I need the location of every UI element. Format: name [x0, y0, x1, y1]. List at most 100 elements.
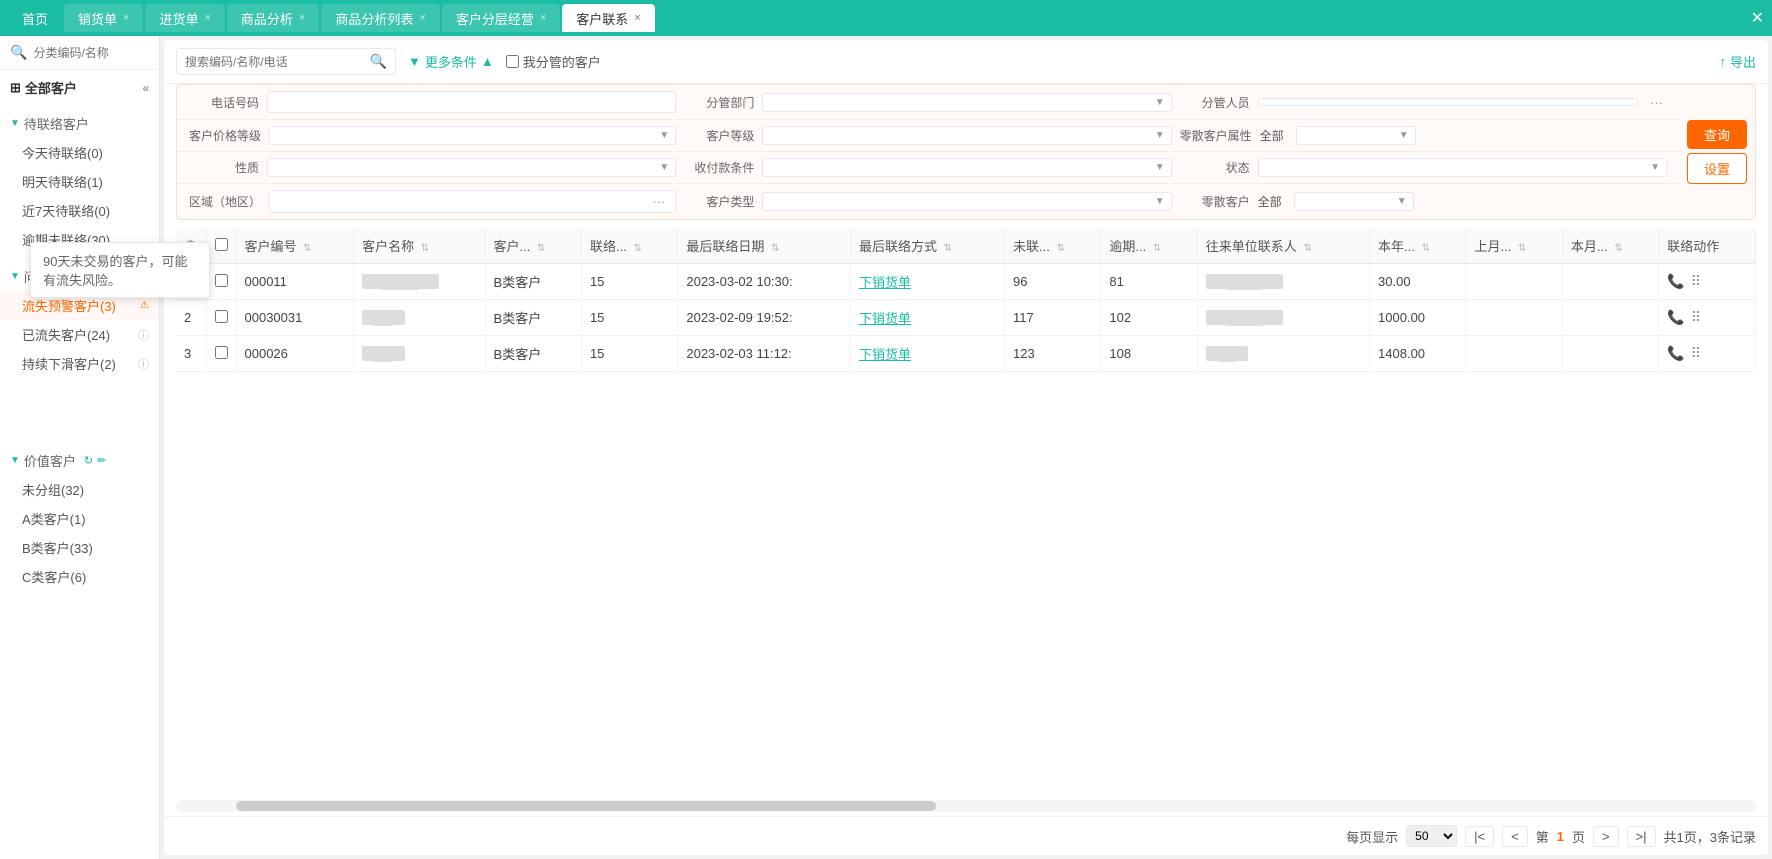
- tab-purchase[interactable]: 进货单 ×: [145, 4, 224, 32]
- arrow-icon-3: ▼: [10, 455, 20, 466]
- group-pending-label: 待联络客户: [24, 114, 89, 133]
- td-seq-3: 3: [176, 336, 206, 372]
- refresh-icon[interactable]: ↻: [84, 454, 93, 467]
- tab-customer-contact[interactable]: 客户联系 ×: [562, 4, 654, 32]
- sidebar-item-tomorrow[interactable]: 明天待联络(1): [0, 167, 159, 196]
- sort-name-icon[interactable]: ⇅: [421, 243, 429, 254]
- settings-button[interactable]: 设置: [1687, 153, 1747, 184]
- prev-page-btn[interactable]: <: [1502, 826, 1528, 847]
- filter-row-3: 性质 ▼ 收付款条件 ▼ 状态: [177, 152, 1679, 184]
- sort-contacts-icon[interactable]: ⇅: [633, 243, 641, 254]
- per-page-select[interactable]: 50 20 100: [1406, 825, 1457, 847]
- sort-code-icon[interactable]: ⇅: [303, 243, 311, 254]
- sort-last-date-icon[interactable]: ⇅: [771, 243, 779, 254]
- row-2-checkbox[interactable]: [215, 310, 228, 323]
- sort-last-method-icon[interactable]: ⇅: [944, 243, 952, 254]
- sort-this-month-icon[interactable]: ⇅: [1614, 243, 1622, 254]
- filter-cell-person: 分管人员 ···: [1180, 94, 1667, 111]
- person-label: 分管人员: [1180, 94, 1250, 111]
- scatter-attr-value: 全部: [1260, 127, 1284, 144]
- region-ellipsis: ···: [648, 194, 669, 209]
- td-contact-person-1: ████: [1197, 264, 1369, 300]
- more-action-icon-2[interactable]: ⠿: [1691, 309, 1701, 326]
- sort-this-year-icon[interactable]: ⇅: [1422, 243, 1430, 254]
- status-select[interactable]: ▼: [1258, 158, 1667, 177]
- search-input[interactable]: [185, 55, 364, 69]
- sidebar-item-today[interactable]: 今天待联络(0): [0, 138, 159, 167]
- sidebar-item-declining[interactable]: 持续下滑客户(2) ⓘ: [0, 349, 159, 378]
- more-action-icon-3[interactable]: ⠿: [1691, 345, 1701, 362]
- phone-input[interactable]: [267, 91, 676, 113]
- contact-icon-2[interactable]: 📞: [1667, 309, 1684, 326]
- td-overdue-3: 108: [1101, 336, 1197, 372]
- edit-icon[interactable]: ✏: [97, 454, 106, 467]
- sort-unliaised-icon[interactable]: ⇅: [1056, 243, 1064, 254]
- tab-customer-contact-close[interactable]: ×: [634, 12, 640, 24]
- row-3-checkbox[interactable]: [215, 346, 228, 359]
- cust-type-select[interactable]: ▼: [762, 192, 1171, 211]
- tab-purchase-close[interactable]: ×: [204, 12, 210, 24]
- first-page-btn[interactable]: |<: [1465, 826, 1494, 847]
- next-page-btn[interactable]: >: [1593, 826, 1619, 847]
- filter-cell-phone: 电话号码: [189, 91, 676, 113]
- sort-overdue-icon[interactable]: ⇅: [1153, 243, 1161, 254]
- td-contact-person-2: ████: [1197, 300, 1369, 336]
- sort-level-icon[interactable]: ⇅: [537, 243, 545, 254]
- sidebar-item-week[interactable]: 近7天待联络(0): [0, 196, 159, 225]
- tab-sales[interactable]: 销货单 ×: [64, 4, 143, 32]
- arrow-icon-2: ▼: [10, 271, 20, 282]
- tab-analysis-list[interactable]: 商品分析列表 ×: [321, 4, 439, 32]
- sidebar-collapse-btn[interactable]: «: [142, 81, 149, 95]
- tab-analysis-list-close[interactable]: ×: [419, 12, 425, 24]
- td-unliaised-3: 123: [1004, 336, 1100, 372]
- tab-customer-mgmt[interactable]: 客户分层经营 ×: [442, 4, 560, 32]
- grid-icon: ⊞: [10, 80, 21, 96]
- horizontal-scrollbar[interactable]: [176, 800, 1756, 812]
- payment-select[interactable]: ▼: [762, 158, 1171, 177]
- scatter-cust-select[interactable]: ▼: [1294, 192, 1414, 211]
- price-level-chevron-icon: ▼: [659, 130, 669, 141]
- td-this-year-2: 1000.00: [1370, 300, 1466, 336]
- sidebar-all-customers[interactable]: ⊞ 全部客户 «: [0, 70, 159, 105]
- info-icon-2: ⓘ: [138, 356, 149, 372]
- more-action-icon-1[interactable]: ⠿: [1691, 273, 1701, 290]
- sidebar-group-value-title[interactable]: ▼ 价值客户 ↻ ✏: [0, 446, 159, 475]
- tab-customer-mgmt-close[interactable]: ×: [540, 12, 546, 24]
- contact-icon-1[interactable]: 📞: [1667, 273, 1684, 290]
- sort-last-month-icon[interactable]: ⇅: [1518, 243, 1526, 254]
- sidebar-item-ungroup[interactable]: 未分组(32): [0, 475, 159, 504]
- export-btn[interactable]: ↑ 导出: [1719, 52, 1756, 71]
- cust-level-select[interactable]: ▼: [762, 126, 1171, 145]
- close-all-icon[interactable]: ✕: [1751, 8, 1764, 28]
- dept-select[interactable]: ▼: [762, 93, 1171, 112]
- scrollbar-thumb[interactable]: [236, 801, 936, 811]
- sidebar-search-input[interactable]: [33, 46, 149, 60]
- sidebar-item-class-c[interactable]: C类客户(6): [0, 562, 159, 591]
- person-ellipsis[interactable]: ···: [1646, 95, 1667, 110]
- my-customers-checkbox[interactable]: [506, 55, 519, 68]
- person-select[interactable]: [1258, 98, 1638, 106]
- row-1-checkbox[interactable]: [215, 274, 228, 287]
- select-all-checkbox[interactable]: [215, 238, 228, 251]
- price-level-select[interactable]: ▼: [269, 126, 676, 145]
- tab-analysis[interactable]: 商品分析 ×: [227, 4, 319, 32]
- last-page-btn[interactable]: >|: [1627, 826, 1656, 847]
- tab-analysis-close[interactable]: ×: [299, 12, 305, 24]
- sidebar-item-class-a[interactable]: A类客户(1): [0, 504, 159, 533]
- region-select[interactable]: ···: [269, 190, 676, 213]
- th-last-month: 上月... ⇅: [1466, 228, 1562, 264]
- td-this-month-2: [1562, 300, 1658, 336]
- sort-contact-person-icon[interactable]: ⇅: [1303, 243, 1311, 254]
- contact-icon-3[interactable]: 📞: [1667, 345, 1684, 362]
- query-button[interactable]: 查询: [1687, 120, 1747, 149]
- nature-select[interactable]: ▼: [267, 158, 676, 177]
- tab-home[interactable]: 首页: [8, 4, 62, 32]
- more-conditions-btn[interactable]: ▼ 更多条件 ▲: [408, 52, 494, 71]
- sidebar-item-class-b[interactable]: B类客户(33): [0, 533, 159, 562]
- search-icon[interactable]: 🔍: [370, 53, 387, 70]
- th-contact-person: 往来单位联系人 ⇅: [1197, 228, 1369, 264]
- tab-sales-close[interactable]: ×: [123, 12, 129, 24]
- scatter-attr-select[interactable]: ▼: [1296, 126, 1416, 145]
- sidebar-item-churned[interactable]: 已流失客户(24) ⓘ: [0, 320, 159, 349]
- sidebar-group-pending-title[interactable]: ▼ 待联络客户: [0, 109, 159, 138]
